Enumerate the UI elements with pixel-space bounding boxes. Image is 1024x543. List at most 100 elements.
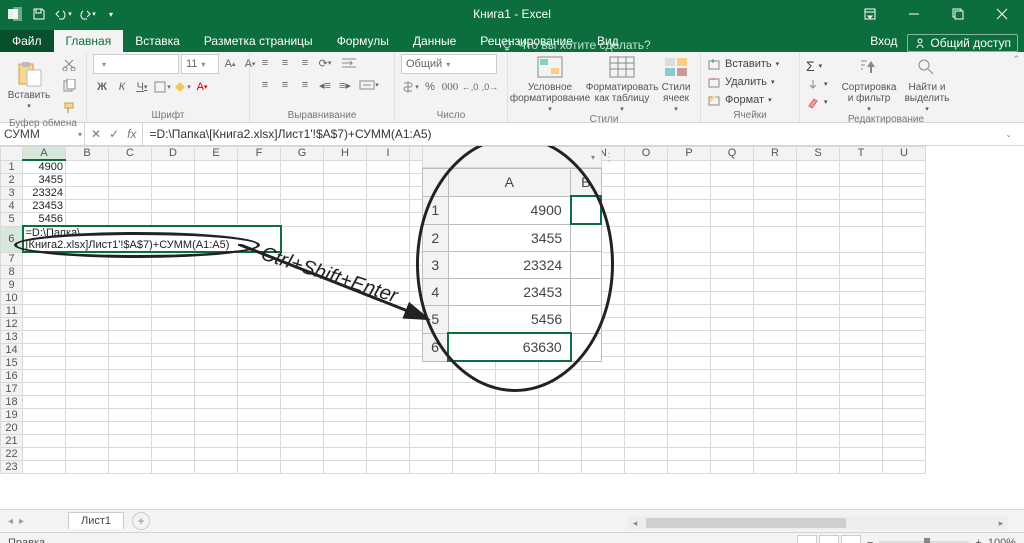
cell[interactable]: [797, 382, 840, 395]
cell[interactable]: [496, 447, 539, 460]
zoom-in-button[interactable]: +: [975, 537, 981, 543]
cell[interactable]: [152, 317, 195, 330]
cell[interactable]: [711, 434, 754, 447]
cell[interactable]: [281, 408, 324, 421]
cell[interactable]: [367, 421, 410, 434]
cell[interactable]: [625, 226, 668, 252]
number-format-combo[interactable]: Общий▾: [401, 54, 497, 74]
cell[interactable]: [109, 213, 152, 227]
cell[interactable]: [754, 343, 797, 356]
cell[interactable]: [883, 447, 926, 460]
cell[interactable]: [625, 421, 668, 434]
cell[interactable]: [23, 369, 66, 382]
cell[interactable]: [152, 200, 195, 213]
cell[interactable]: [109, 434, 152, 447]
cell[interactable]: [367, 460, 410, 473]
cell[interactable]: [66, 343, 109, 356]
tell-me-search[interactable]: Что вы хотите сделать?: [500, 38, 651, 52]
cell[interactable]: [238, 460, 281, 473]
cell[interactable]: [883, 356, 926, 369]
cell[interactable]: [883, 160, 926, 174]
cell[interactable]: [754, 460, 797, 473]
cell[interactable]: [754, 317, 797, 330]
cell[interactable]: [410, 408, 453, 421]
cell[interactable]: [152, 395, 195, 408]
cell[interactable]: [668, 343, 711, 356]
cell[interactable]: [324, 434, 367, 447]
tab-data[interactable]: Данные: [401, 30, 468, 52]
cell[interactable]: [281, 369, 324, 382]
cell[interactable]: [453, 421, 496, 434]
cell[interactable]: [883, 434, 926, 447]
cell[interactable]: [238, 382, 281, 395]
cell[interactable]: [625, 304, 668, 317]
cell[interactable]: [668, 434, 711, 447]
cell[interactable]: [883, 369, 926, 382]
cell[interactable]: [625, 213, 668, 227]
formula-input[interactable]: =D:\Папка\[Книга2.xlsx]Лист1'!$A$7)+СУММ…: [143, 123, 1024, 145]
column-header[interactable]: U: [883, 147, 926, 161]
cell[interactable]: [238, 356, 281, 369]
column-header[interactable]: E: [195, 147, 238, 161]
cell[interactable]: [66, 356, 109, 369]
cell[interactable]: [668, 369, 711, 382]
cell[interactable]: [840, 408, 883, 421]
increase-font-icon[interactable]: A▴: [221, 55, 239, 73]
cell[interactable]: [109, 343, 152, 356]
cell[interactable]: [195, 317, 238, 330]
column-header[interactable]: O: [625, 147, 668, 161]
cell[interactable]: [453, 395, 496, 408]
cell[interactable]: [281, 160, 324, 174]
qat-customize-icon[interactable]: ▾: [102, 5, 120, 23]
cell[interactable]: [195, 356, 238, 369]
cell[interactable]: [711, 460, 754, 473]
sheet-nav-next-icon[interactable]: ▸: [19, 516, 24, 527]
cell[interactable]: [152, 460, 195, 473]
cell[interactable]: [238, 200, 281, 213]
cell[interactable]: [152, 174, 195, 187]
cell[interactable]: [711, 226, 754, 252]
increase-indent-icon[interactable]: ≡▸: [336, 76, 354, 94]
cell[interactable]: [668, 265, 711, 278]
cell[interactable]: [797, 356, 840, 369]
column-header[interactable]: G: [281, 147, 324, 161]
cell[interactable]: [840, 160, 883, 174]
cell[interactable]: [281, 421, 324, 434]
cell[interactable]: [625, 369, 668, 382]
cell[interactable]: [840, 382, 883, 395]
cell[interactable]: [797, 421, 840, 434]
cell[interactable]: [152, 408, 195, 421]
cell[interactable]: [625, 408, 668, 421]
cell[interactable]: [367, 408, 410, 421]
share-button[interactable]: Общий доступ: [907, 34, 1018, 52]
cell[interactable]: [797, 343, 840, 356]
align-middle-icon[interactable]: ≡: [276, 54, 294, 72]
cell[interactable]: [410, 395, 453, 408]
cell[interactable]: [754, 369, 797, 382]
cell[interactable]: [883, 213, 926, 227]
cell[interactable]: [797, 317, 840, 330]
cell[interactable]: [195, 408, 238, 421]
cell[interactable]: [754, 408, 797, 421]
cell[interactable]: [840, 460, 883, 473]
ribbon-options-icon[interactable]: [848, 0, 892, 28]
column-header[interactable]: F: [238, 147, 281, 161]
cell[interactable]: [883, 291, 926, 304]
maximize-button[interactable]: [936, 0, 980, 28]
cell[interactable]: [625, 330, 668, 343]
cell[interactable]: [109, 265, 152, 278]
cell[interactable]: [66, 265, 109, 278]
cell[interactable]: [109, 330, 152, 343]
cells-insert-button[interactable]: Вставить ▾: [707, 55, 779, 73]
minimize-button[interactable]: [892, 0, 936, 28]
cell[interactable]: [367, 434, 410, 447]
cell[interactable]: [281, 382, 324, 395]
cell[interactable]: [152, 382, 195, 395]
cell[interactable]: [840, 304, 883, 317]
cell[interactable]: [195, 160, 238, 174]
cell[interactable]: [66, 291, 109, 304]
cell[interactable]: [109, 187, 152, 200]
conditional-formatting-button[interactable]: Условное форматирование▾: [514, 54, 586, 114]
cell[interactable]: [324, 460, 367, 473]
cell[interactable]: [23, 291, 66, 304]
